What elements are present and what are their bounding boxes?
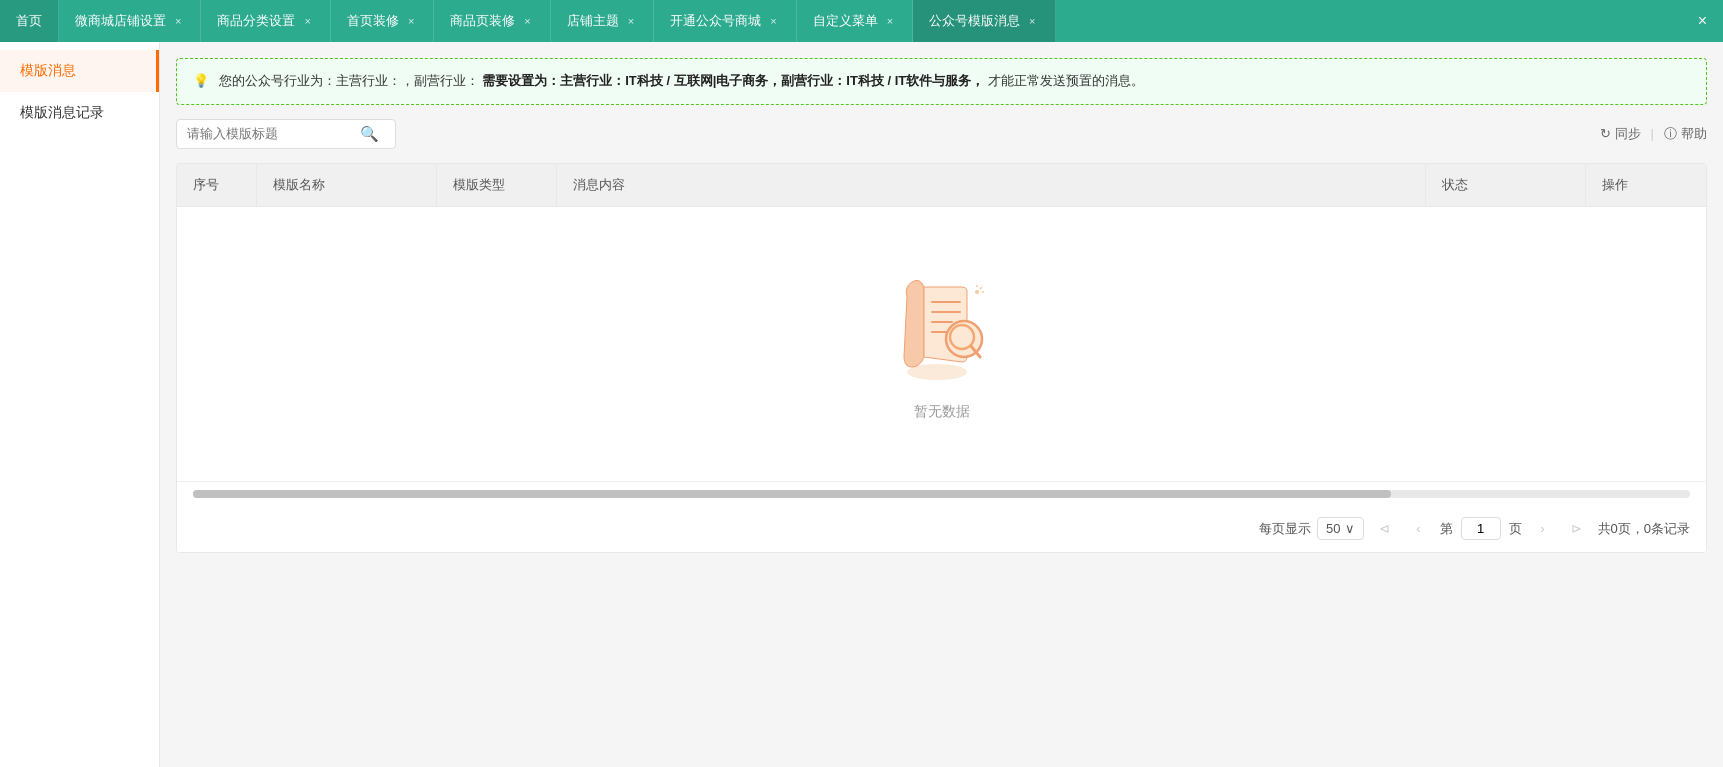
tab-home[interactable]: 首页 [0,0,59,42]
actions-divider: | [1651,126,1654,141]
tab-productpage-close[interactable]: × [521,13,533,29]
sidebar-item-template-msg-log-label: 模版消息记录 [20,104,104,120]
info-banner: 💡 您的公众号行业为：主营行业：，副营行业： 需要设置为：主营行业：IT科技 /… [176,58,1707,105]
search-bar: 🔍 ↻ 同步 | ⓘ 帮助 [176,119,1707,149]
tab-productpage[interactable]: 商品页装修 × [434,0,550,42]
tab-wshop[interactable]: 微商城店铺设置 × [59,0,201,42]
total-info: 共0页，0条记录 [1598,520,1690,538]
empty-icon [882,267,1002,387]
svg-line-11 [980,287,982,289]
data-table: 序号 模版名称 模版类型 消息内容 状态 操作 [176,163,1707,553]
page-size-select[interactable]: 50 ∨ [1317,517,1363,540]
search-input[interactable] [187,126,352,141]
main-content: 💡 您的公众号行业为：主营行业：，副营行业： 需要设置为：主营行业：IT科技 /… [160,42,1723,767]
sync-button[interactable]: ↻ 同步 [1600,125,1641,143]
page-layout: 模版消息 模版消息记录 💡 您的公众号行业为：主营行业：，副营行业： 需要设置为… [0,42,1723,767]
page-size-value: 50 [1326,521,1340,536]
th-status: 状态 [1426,164,1586,206]
sidebar-item-template-msg[interactable]: 模版消息 [0,50,159,92]
tab-category-label: 商品分类设置 [217,12,295,30]
search-actions: ↻ 同步 | ⓘ 帮助 [1600,125,1707,143]
sync-label: 同步 [1615,125,1641,143]
pagination: 每页显示 50 ∨ ⊲ ‹ 第 页 › ⊳ 共0页，0条记录 [177,506,1706,552]
search-icon[interactable]: 🔍 [360,125,379,143]
tab-wechat[interactable]: 开通公众号商城 × [654,0,796,42]
help-button[interactable]: ⓘ 帮助 [1664,125,1707,143]
next-page-button[interactable]: › [1530,516,1556,542]
tab-wshop-label: 微商城店铺设置 [75,12,166,30]
page-input[interactable] [1461,517,1501,540]
tab-templatemsg-label: 公众号模版消息 [929,12,1020,30]
empty-text: 暂无数据 [914,403,970,421]
top-nav: 首页 微商城店铺设置 × 商品分类设置 × 首页装修 × 商品页装修 × 店铺主… [0,0,1723,42]
info-icon: 💡 [193,73,209,88]
first-page-button[interactable]: ⊲ [1372,516,1398,542]
page-unit: 页 [1509,520,1522,538]
th-name: 模版名称 [257,164,437,206]
tab-category[interactable]: 商品分类设置 × [201,0,330,42]
sidebar-item-template-msg-log[interactable]: 模版消息记录 [0,92,159,134]
sidebar: 模版消息 模版消息记录 [0,42,160,767]
tab-theme-label: 店铺主题 [567,12,619,30]
th-index: 序号 [177,164,257,206]
tab-wshop-close[interactable]: × [172,13,184,29]
table-header: 序号 模版名称 模版类型 消息内容 状态 操作 [177,164,1706,207]
info-prefix: 您的公众号行业为：主营行业：，副营行业： [219,73,479,88]
tab-theme-close[interactable]: × [625,13,637,29]
page-size-wrap: 每页显示 50 ∨ [1259,517,1363,540]
help-icon: ⓘ [1664,125,1677,143]
scrollbar-row[interactable] [177,481,1706,506]
chevron-down-icon: ∨ [1345,521,1355,536]
fake-scrollbar[interactable] [193,490,1690,498]
page-label: 第 [1440,520,1453,538]
tab-homepage[interactable]: 首页装修 × [331,0,434,42]
sidebar-item-template-msg-label: 模版消息 [20,62,76,78]
tab-productpage-label: 商品页装修 [450,12,515,30]
scrollbar-thumb[interactable] [193,490,1391,498]
th-content: 消息内容 [557,164,1426,206]
tab-templatemsg-close[interactable]: × [1026,13,1038,29]
svg-point-8 [975,290,979,294]
tab-homepage-close[interactable]: × [405,13,417,29]
page-size-label: 每页显示 [1259,520,1311,538]
tab-theme[interactable]: 店铺主题 × [551,0,654,42]
search-input-wrap[interactable]: 🔍 [176,119,396,149]
sync-icon: ↻ [1600,126,1611,141]
help-label: 帮助 [1681,125,1707,143]
tab-custommenu-close[interactable]: × [884,13,896,29]
tab-templatemsg[interactable]: 公众号模版消息 × [913,0,1055,42]
tab-custommenu[interactable]: 自定义菜单 × [797,0,913,42]
info-highlight: 需要设置为：主营行业：IT科技 / 互联网|电子商务，副营行业：IT科技 / I… [482,73,984,88]
tab-custommenu-label: 自定义菜单 [813,12,878,30]
info-suffix: 才能正常发送预置的消息。 [988,73,1144,88]
th-actions: 操作 [1586,164,1706,206]
tab-home-label: 首页 [16,12,42,30]
last-page-button[interactable]: ⊳ [1564,516,1590,542]
global-close-button[interactable]: × [1682,0,1723,42]
tab-category-close[interactable]: × [301,13,313,29]
tab-homepage-label: 首页装修 [347,12,399,30]
th-type: 模版类型 [437,164,557,206]
prev-page-button[interactable]: ‹ [1406,516,1432,542]
empty-state: 暂无数据 [177,207,1706,481]
tab-wechat-close[interactable]: × [767,13,779,29]
tab-wechat-label: 开通公众号商城 [670,12,761,30]
